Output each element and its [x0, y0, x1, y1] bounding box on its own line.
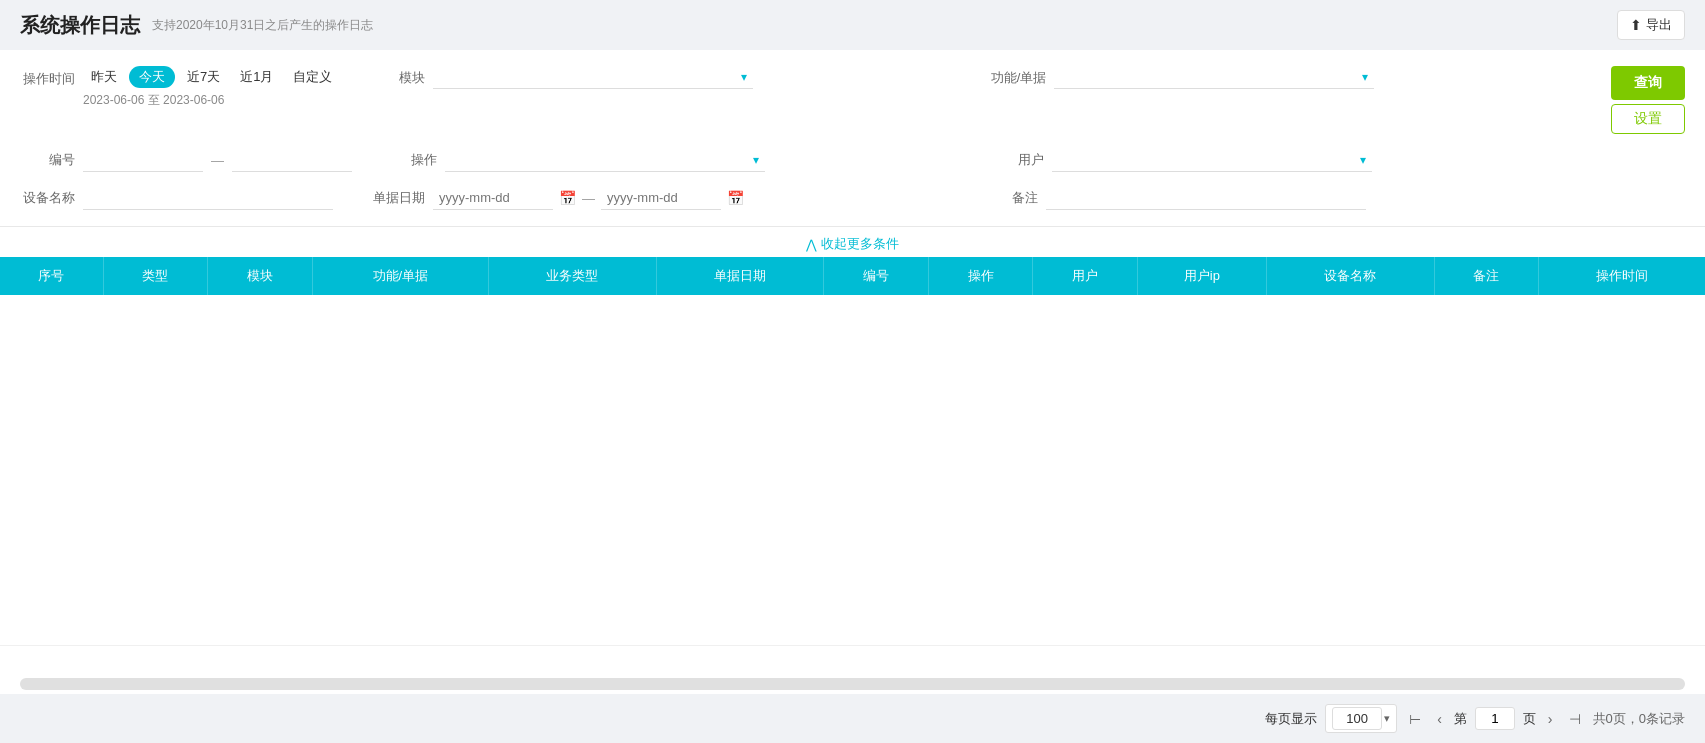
voucher-date-dash: —	[582, 191, 595, 206]
export-label: 导出	[1646, 16, 1672, 34]
table-container: 序号 类型 模块 功能/单据 业务类型 单据日期 编号 操作 用户 用户ip 设…	[0, 257, 1705, 674]
date-tab-7days[interactable]: 近7天	[179, 66, 228, 88]
export-button[interactable]: ⬆ 导出	[1617, 10, 1685, 40]
module-label: 模块	[370, 69, 425, 87]
function-label: 功能/单据	[991, 69, 1047, 87]
voucher-date-from[interactable]	[433, 186, 553, 210]
next-page-button[interactable]: ›	[1544, 709, 1557, 729]
col-module: 模块	[208, 257, 312, 295]
date-tab-custom[interactable]: 自定义	[285, 66, 340, 88]
page-label: 第	[1454, 710, 1467, 728]
calendar-to-icon[interactable]: 📅	[727, 190, 744, 206]
prev-page-button[interactable]: ‹	[1433, 709, 1446, 729]
voucher-date-to[interactable]	[601, 186, 721, 210]
col-operation: 操作	[928, 257, 1032, 295]
horizontal-scrollbar[interactable]	[20, 678, 1685, 690]
collapse-chevron-icon: ⋀	[806, 237, 817, 252]
page-size-label: 每页显示	[1265, 710, 1317, 728]
export-icon: ⬆	[1630, 17, 1642, 33]
date-range-text: 2023-06-06 至 2023-06-06	[83, 92, 340, 109]
page-title: 系统操作日志	[20, 12, 140, 39]
operation-label: 操作	[382, 151, 437, 169]
col-user: 用户	[1033, 257, 1137, 295]
module-select[interactable]: ▾	[433, 66, 753, 89]
module-chevron-icon: ▾	[741, 70, 747, 84]
collapse-label: 收起更多条件	[821, 235, 899, 253]
col-op-time: 操作时间	[1538, 257, 1705, 295]
user-chevron-icon: ▾	[1360, 153, 1366, 167]
query-button[interactable]: 查询	[1611, 66, 1685, 100]
page-size-value: 100	[1332, 707, 1382, 730]
function-select[interactable]: ▾	[1054, 66, 1374, 89]
number-from-input[interactable]	[83, 148, 203, 172]
date-tab-today[interactable]: 今天	[129, 66, 175, 88]
page-size-chevron-icon[interactable]: ▾	[1384, 712, 1390, 725]
user-label: 用户	[989, 151, 1044, 169]
date-filter-group: 昨天 今天 近7天 近1月 自定义 2023-06-06 至 2023-06-0…	[83, 66, 340, 109]
pagination: 每页显示 100 ▾ ⊢ ‹ 第 页 › ⊣ 共0页，0条记录	[0, 694, 1705, 743]
voucher-date-label: 单据日期	[370, 189, 425, 207]
col-function: 功能/单据	[312, 257, 488, 295]
total-info: 共0页，0条记录	[1593, 710, 1685, 728]
function-chevron-icon: ▾	[1362, 70, 1368, 84]
col-voucher-date: 单据日期	[656, 257, 824, 295]
col-number: 编号	[824, 257, 928, 295]
col-user-ip: 用户ip	[1137, 257, 1266, 295]
table-header-row: 序号 类型 模块 功能/单据 业务类型 单据日期 编号 操作 用户 用户ip 设…	[0, 257, 1705, 295]
operation-select[interactable]: ▾	[445, 149, 765, 172]
action-buttons: 查询 设置	[1611, 66, 1685, 134]
user-select[interactable]: ▾	[1052, 149, 1372, 172]
device-label: 设备名称	[20, 189, 75, 207]
operation-time-label: 操作时间	[20, 66, 75, 88]
date-tab-1month[interactable]: 近1月	[232, 66, 281, 88]
col-biz-type: 业务类型	[489, 257, 657, 295]
number-dash: —	[211, 153, 224, 168]
number-to-input[interactable]	[232, 148, 352, 172]
first-page-button[interactable]: ⊢	[1405, 709, 1425, 729]
col-type: 类型	[103, 257, 207, 295]
remark-label: 备注	[983, 189, 1038, 207]
collapse-button[interactable]: ⋀ 收起更多条件	[806, 235, 899, 253]
filter-area: 操作时间 昨天 今天 近7天 近1月 自定义 2023-06-06 至 2023…	[0, 50, 1705, 227]
remark-input[interactable]	[1046, 186, 1366, 210]
scrollbar-area	[0, 674, 1705, 694]
col-remark: 备注	[1434, 257, 1538, 295]
data-table: 序号 类型 模块 功能/单据 业务类型 单据日期 编号 操作 用户 用户ip 设…	[0, 257, 1705, 646]
page-number-input[interactable]	[1475, 707, 1515, 730]
col-seq: 序号	[0, 257, 103, 295]
page-subtitle: 支持2020年10月31日之后产生的操作日志	[152, 17, 373, 34]
last-page-button[interactable]: ⊣	[1565, 709, 1585, 729]
operation-chevron-icon: ▾	[753, 153, 759, 167]
page-unit: 页	[1523, 710, 1536, 728]
col-device: 设备名称	[1266, 257, 1434, 295]
calendar-from-icon[interactable]: 📅	[559, 190, 576, 206]
voucher-date-group: 📅 — 📅	[433, 186, 744, 210]
empty-row	[0, 295, 1705, 645]
settings-button[interactable]: 设置	[1611, 104, 1685, 134]
device-input[interactable]	[83, 186, 333, 210]
collapse-row: ⋀ 收起更多条件	[0, 227, 1705, 257]
number-label: 编号	[20, 151, 75, 169]
date-tab-yesterday[interactable]: 昨天	[83, 66, 125, 88]
